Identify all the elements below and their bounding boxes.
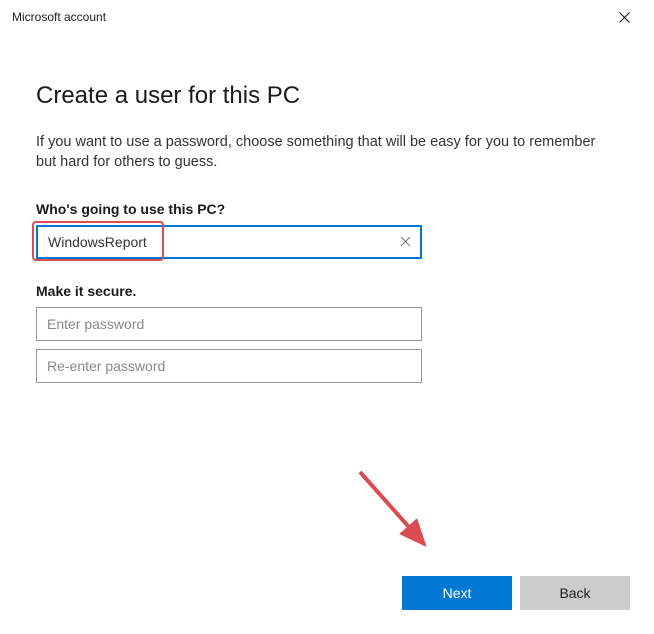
close-button[interactable] <box>602 2 646 32</box>
clear-input-button[interactable] <box>396 234 414 250</box>
page-title: Create a user for this PC <box>36 82 618 110</box>
close-icon <box>619 12 630 23</box>
back-button[interactable]: Back <box>520 576 630 610</box>
password-input[interactable] <box>36 307 422 341</box>
annotation-arrow <box>352 464 442 564</box>
x-icon <box>400 236 411 247</box>
next-button[interactable]: Next <box>402 576 512 610</box>
content-area: Create a user for this PC If you want to… <box>0 34 654 383</box>
titlebar: Microsoft account <box>0 0 654 34</box>
page-description: If you want to use a password, choose so… <box>36 132 596 173</box>
password-section-label: Make it secure. <box>36 283 618 299</box>
footer-buttons: Next Back <box>402 576 630 610</box>
password-confirm-input[interactable] <box>36 349 422 383</box>
username-input[interactable] <box>36 225 422 259</box>
username-field-wrap <box>36 225 618 259</box>
username-label: Who's going to use this PC? <box>36 201 618 217</box>
window-title: Microsoft account <box>12 10 106 24</box>
